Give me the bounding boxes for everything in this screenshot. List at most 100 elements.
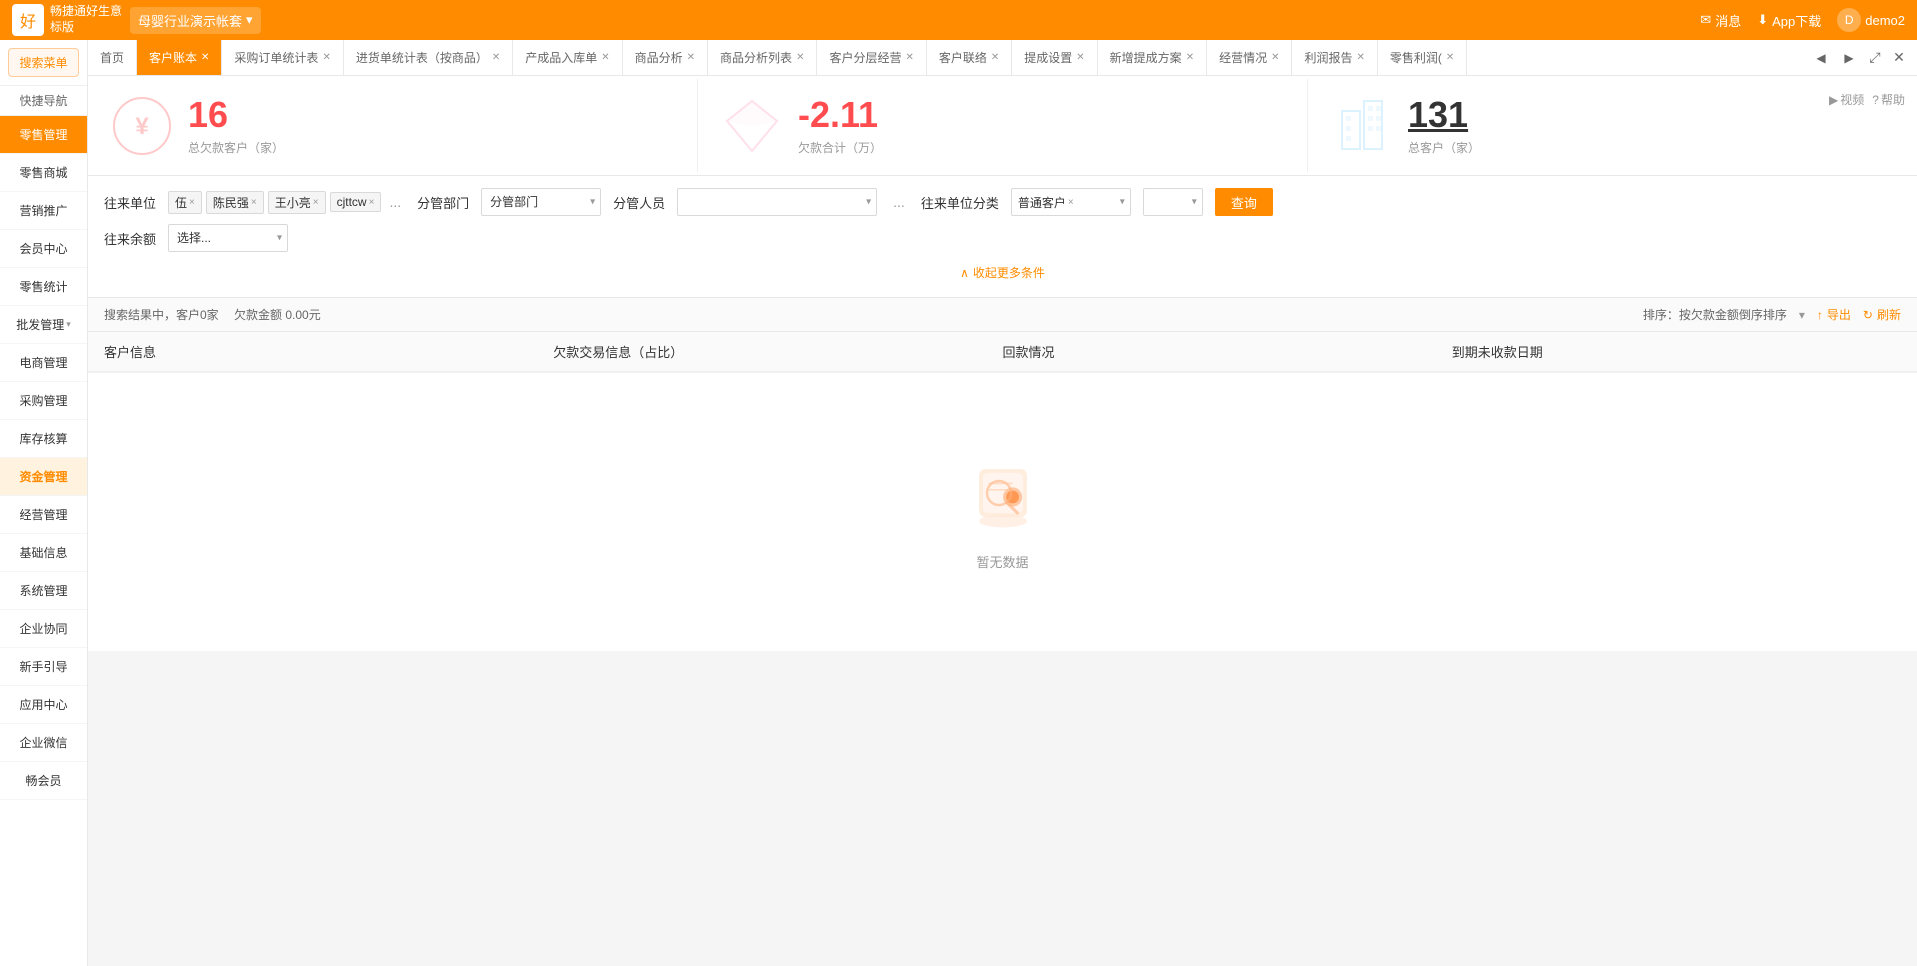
tab-product-analysis[interactable]: 商品分析 ✕ xyxy=(623,40,708,76)
tab-home[interactable]: 首页 xyxy=(88,40,137,76)
export-button[interactable]: ↑ 导出 xyxy=(1817,306,1851,323)
dept-filter-label: 分管部门 xyxy=(417,193,469,212)
sidebar-item-label: 系统管理 xyxy=(19,584,67,598)
refresh-button[interactable]: ↻ 刷新 xyxy=(1863,306,1901,323)
company-tag-3[interactable]: cjttcw × xyxy=(330,192,382,212)
company-tag-1[interactable]: 陈民强 × xyxy=(206,191,264,214)
tab-product-analysis-list[interactable]: 商品分析列表 ✕ xyxy=(708,40,817,76)
tab-close-icon[interactable]: ✕ xyxy=(991,52,999,63)
sidebar-item-finance[interactable]: 资金管理 xyxy=(0,458,87,496)
tab-close-icon[interactable]: ✕ xyxy=(687,52,695,63)
person-more-button[interactable]: ... xyxy=(889,192,909,212)
company-tag-2[interactable]: 王小亮 × xyxy=(268,191,326,214)
sidebar-item-basic-info[interactable]: 基础信息 xyxy=(0,534,87,572)
tag-remove-icon[interactable]: × xyxy=(369,197,375,208)
company-filter-label: 往来单位 xyxy=(104,193,156,212)
tab-profit-report[interactable]: 利润报告 ✕ xyxy=(1292,40,1377,76)
category-dropdown-wrap xyxy=(1143,188,1203,216)
more-tags-button[interactable]: ... xyxy=(385,192,405,212)
sidebar-item-label: 零售商城 xyxy=(19,166,67,180)
sidebar-item-new-guide[interactable]: 新手引导 xyxy=(0,648,87,686)
sidebar-item-operations[interactable]: 经营管理 xyxy=(0,496,87,534)
tab-next-button[interactable]: ▶ xyxy=(1837,40,1861,76)
tab-close-icon[interactable]: ✕ xyxy=(1357,52,1365,63)
logo-area: 好 畅捷通好生意 标版 xyxy=(12,4,122,36)
tab-close-icon[interactable]: ✕ xyxy=(492,52,500,63)
tab-close-icon[interactable]: ✕ xyxy=(1271,52,1279,63)
sidebar-item-label: 电商管理 xyxy=(19,356,67,370)
tab-customer-contact[interactable]: 客户联络 ✕ xyxy=(927,40,1012,76)
tab-close-icon[interactable]: ✕ xyxy=(1076,52,1084,63)
stat-value-customers: 16 xyxy=(188,95,284,135)
sidebar-item-retail[interactable]: 零售管理 xyxy=(0,116,87,154)
sidebar-item-label: 新手引导 xyxy=(19,660,67,674)
tab-close-icon[interactable]: ✕ xyxy=(905,52,913,63)
tab-maximize-button[interactable]: ⤢ xyxy=(1865,48,1885,68)
sidebar-item-marketing[interactable]: 营销推广 xyxy=(0,192,87,230)
person-select[interactable] xyxy=(677,188,877,216)
tab-close-icon[interactable]: ✕ xyxy=(1186,52,1194,63)
tab-prev-button[interactable]: ◀ xyxy=(1809,40,1833,76)
amount-text: 欠款金额 0.00元 xyxy=(234,308,321,322)
sidebar-item-retail-stats[interactable]: 零售统计 xyxy=(0,268,87,306)
sidebar-item-wechat[interactable]: 企业微信 xyxy=(0,724,87,762)
category-dropdown[interactable] xyxy=(1143,188,1203,216)
category-tag-container[interactable]: 普通客户 × xyxy=(1011,188,1131,216)
app-download-button[interactable]: ⬇ App下载 xyxy=(1757,11,1821,30)
tab-cost-inbound[interactable]: 产成品入库单 ✕ xyxy=(513,40,622,76)
search-menu-button[interactable]: 搜索菜单 xyxy=(8,48,79,77)
tab-new-raise-plan[interactable]: 新增提成方案 ✕ xyxy=(1098,40,1207,76)
header-left: 好 畅捷通好生意 标版 母婴行业演示帐套 ▾ xyxy=(12,4,261,36)
sort-label: 排序：按欠款金额倒序排序 xyxy=(1643,306,1787,323)
sidebar-item-member-center[interactable]: 会员中心 xyxy=(0,230,87,268)
tag-remove-icon[interactable]: × xyxy=(251,197,257,208)
tab-label: 产成品入库单 xyxy=(525,49,597,66)
tab-customer-tier[interactable]: 客户分层经营 ✕ xyxy=(817,40,926,76)
balance-select[interactable]: 选择... xyxy=(168,224,288,252)
category-remove-icon[interactable]: × xyxy=(1068,197,1074,208)
sidebar-item-app-center[interactable]: 应用中心 xyxy=(0,686,87,724)
tab-business-status[interactable]: 经营情况 ✕ xyxy=(1207,40,1292,76)
dept-select[interactable]: 分管部门 xyxy=(481,188,601,216)
sidebar-item-retail-mall[interactable]: 零售商城 xyxy=(0,154,87,192)
sidebar-item-enterprise[interactable]: 企业协同 xyxy=(0,610,87,648)
stat-card-customers: ¥ 16 总欠款客户（家） xyxy=(88,79,698,172)
tab-close-icon[interactable]: ✕ xyxy=(1446,52,1454,63)
main-layout: 搜索菜单 快捷导航 零售管理 零售商城 营销推广 会员中心 零售统计 批发管理 … xyxy=(0,40,1917,966)
svg-text:¥: ¥ xyxy=(135,113,149,140)
collapse-button[interactable]: ∧ 收起更多条件 xyxy=(104,260,1901,285)
sidebar-item-member[interactable]: 畅会员 xyxy=(0,762,87,800)
sidebar-item-inventory[interactable]: 库存核算 xyxy=(0,420,87,458)
sidebar-item-purchase[interactable]: 采购管理 xyxy=(0,382,87,420)
sidebar-item-label: 零售统计 xyxy=(19,280,67,294)
tab-purchase-stat[interactable]: 进货单统计表（按商品） ✕ xyxy=(344,40,513,76)
top-header: 好 畅捷通好生意 标版 母婴行业演示帐套 ▾ ✉ 消息 ⬇ App下载 D de… xyxy=(0,0,1917,40)
category-tag[interactable]: 普通客户 × xyxy=(1018,194,1074,211)
tab-retail-profit[interactable]: 零售利润( ✕ xyxy=(1378,40,1467,76)
stat-icon-money: ¥ xyxy=(112,96,172,156)
tab-close-icon[interactable]: ✕ xyxy=(796,52,804,63)
tab-label: 进货单统计表（按商品） xyxy=(356,49,488,66)
tag-remove-icon[interactable]: × xyxy=(313,197,319,208)
tab-bar: 首页 客户账本 ✕ 采购订单统计表 ✕ 进货单统计表（按商品） ✕ 产成品入库单… xyxy=(88,40,1917,76)
tab-customer-capital[interactable]: 客户账本 ✕ xyxy=(137,40,222,76)
user-avatar[interactable]: D demo2 xyxy=(1837,8,1905,32)
message-button[interactable]: ✉ 消息 xyxy=(1700,11,1741,30)
company-tag-0[interactable]: 伍 × xyxy=(168,191,202,214)
sidebar-item-system[interactable]: 系统管理 xyxy=(0,572,87,610)
sidebar-item-ecommerce[interactable]: 电商管理 xyxy=(0,344,87,382)
store-selector[interactable]: 母婴行业演示帐套 ▾ xyxy=(130,7,261,34)
quick-nav-button[interactable]: 快捷导航 xyxy=(0,86,87,116)
tab-close-icon[interactable]: ✕ xyxy=(201,52,209,63)
help-button[interactable]: ? 帮助 xyxy=(1872,91,1905,108)
sidebar-item-wholesale[interactable]: 批发管理 ▾ xyxy=(0,306,87,344)
stat-text-customers: 16 总欠款客户（家） xyxy=(188,95,284,156)
video-help-button[interactable]: ▶ 视频 xyxy=(1829,91,1864,108)
tab-purchase-order[interactable]: 采购订单统计表 ✕ xyxy=(222,40,343,76)
query-button[interactable]: 查询 xyxy=(1215,188,1273,216)
tab-close-icon[interactable]: ✕ xyxy=(322,52,330,63)
tab-close-icon[interactable]: ✕ xyxy=(601,52,609,63)
tab-close-all-button[interactable]: ✕ xyxy=(1889,48,1909,68)
tab-raise-settings[interactable]: 提成设置 ✕ xyxy=(1012,40,1097,76)
tag-remove-icon[interactable]: × xyxy=(189,197,195,208)
